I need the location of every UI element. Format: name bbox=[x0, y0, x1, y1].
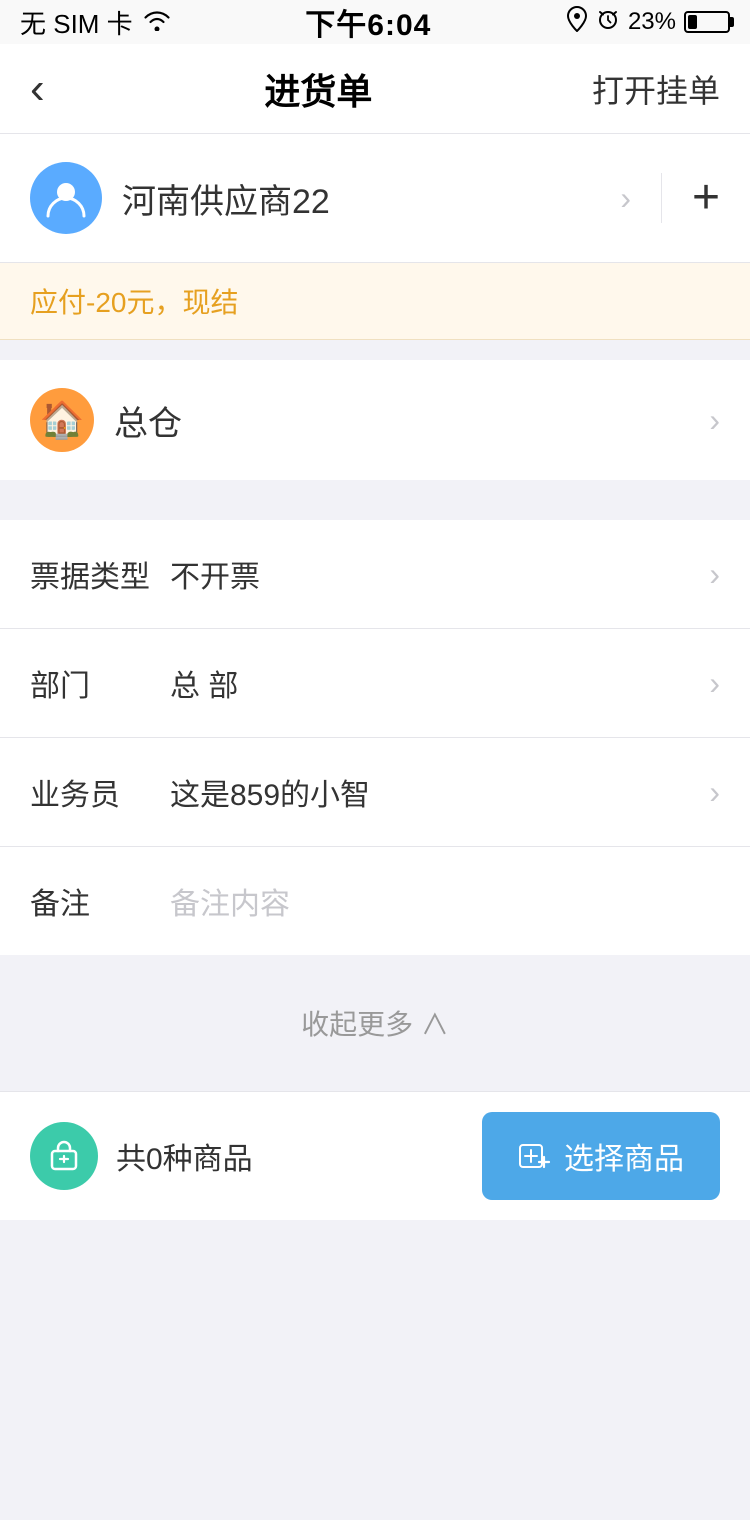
select-product-button[interactable]: 选择商品 bbox=[482, 1112, 720, 1200]
remark-label: 备注 bbox=[30, 879, 170, 923]
location-icon bbox=[566, 6, 588, 39]
warehouse-row[interactable]: 🏠 总仓 › bbox=[0, 360, 750, 480]
salesperson-label: 业务员 bbox=[30, 770, 170, 814]
alarm-icon bbox=[596, 7, 620, 38]
bottom-bar: 共0种商品 选择商品 bbox=[0, 1091, 750, 1220]
department-label: 部门 bbox=[30, 661, 170, 705]
salesperson-value: 这是859的小智 bbox=[170, 770, 709, 814]
department-value: 总 部 bbox=[170, 661, 709, 705]
open-pending-button[interactable]: 打开挂单 bbox=[592, 66, 720, 112]
department-chevron-icon: › bbox=[709, 665, 720, 702]
collapse-label: 收起更多 ∧ bbox=[301, 1003, 449, 1043]
warehouse-icon-symbol: 🏠 bbox=[40, 399, 85, 441]
supplier-row-right: › + bbox=[620, 173, 720, 223]
product-count-label: 共0种商品 bbox=[116, 1134, 253, 1178]
status-right: 23% bbox=[566, 6, 730, 39]
invoice-type-row[interactable]: 票据类型 不开票 › bbox=[0, 520, 750, 629]
supplier-row[interactable]: 河南供应商22 › + bbox=[0, 134, 750, 263]
battery-icon bbox=[684, 11, 730, 33]
separator-2 bbox=[0, 955, 750, 975]
form-section: 票据类型 不开票 › 部门 总 部 › 业务员 这是859的小智 › 备注 备注… bbox=[0, 520, 750, 955]
divider bbox=[661, 173, 662, 223]
product-icon-circle bbox=[30, 1122, 98, 1190]
supplier-chevron-icon: › bbox=[620, 180, 631, 217]
salesperson-chevron-icon: › bbox=[709, 774, 720, 811]
back-button[interactable]: ‹ bbox=[30, 67, 45, 111]
salesperson-row[interactable]: 业务员 这是859的小智 › bbox=[0, 738, 750, 847]
supplier-name: 河南供应商22 bbox=[122, 174, 600, 223]
remark-row[interactable]: 备注 备注内容 bbox=[0, 847, 750, 955]
add-button[interactable]: + bbox=[692, 174, 720, 222]
warehouse-icon: 🏠 bbox=[30, 388, 94, 452]
warehouse-chevron-icon: › bbox=[709, 402, 720, 439]
invoice-type-chevron-icon: › bbox=[709, 556, 720, 593]
separator-3 bbox=[0, 1071, 750, 1091]
invoice-type-label: 票据类型 bbox=[30, 552, 170, 596]
nav-bar: ‹ 进货单 打开挂单 bbox=[0, 44, 750, 134]
battery-percent: 23% bbox=[628, 8, 676, 36]
notice-bar: 应付-20元，现结 bbox=[0, 263, 750, 340]
warehouse-card[interactable]: 🏠 总仓 › bbox=[0, 360, 750, 480]
content-area: 河南供应商22 › + 应付-20元，现结 🏠 总仓 › 票据类型 不开票 › bbox=[0, 134, 750, 1520]
page-background bbox=[0, 1220, 750, 1520]
remark-input[interactable]: 备注内容 bbox=[170, 879, 720, 923]
invoice-type-value: 不开票 bbox=[170, 552, 709, 596]
notice-text: 应付-20元，现结 bbox=[30, 287, 238, 318]
warehouse-name: 总仓 bbox=[114, 396, 689, 445]
separator-1 bbox=[0, 500, 750, 520]
collapse-button[interactable]: 收起更多 ∧ bbox=[0, 975, 750, 1071]
wifi-icon bbox=[143, 7, 171, 38]
product-count-wrap: 共0种商品 bbox=[30, 1122, 253, 1190]
department-row[interactable]: 部门 总 部 › bbox=[0, 629, 750, 738]
carrier-label: 无 SIM 卡 bbox=[20, 4, 133, 41]
supplier-avatar bbox=[30, 162, 102, 234]
supplier-card: 河南供应商22 › + 应付-20元，现结 bbox=[0, 134, 750, 340]
select-product-label: 选择商品 bbox=[564, 1134, 684, 1178]
time-label: 下午6:04 bbox=[305, 0, 431, 44]
status-bar: 无 SIM 卡 下午6:04 23% bbox=[0, 0, 750, 44]
page-title: 进货单 bbox=[264, 63, 372, 115]
status-left: 无 SIM 卡 bbox=[20, 4, 171, 41]
